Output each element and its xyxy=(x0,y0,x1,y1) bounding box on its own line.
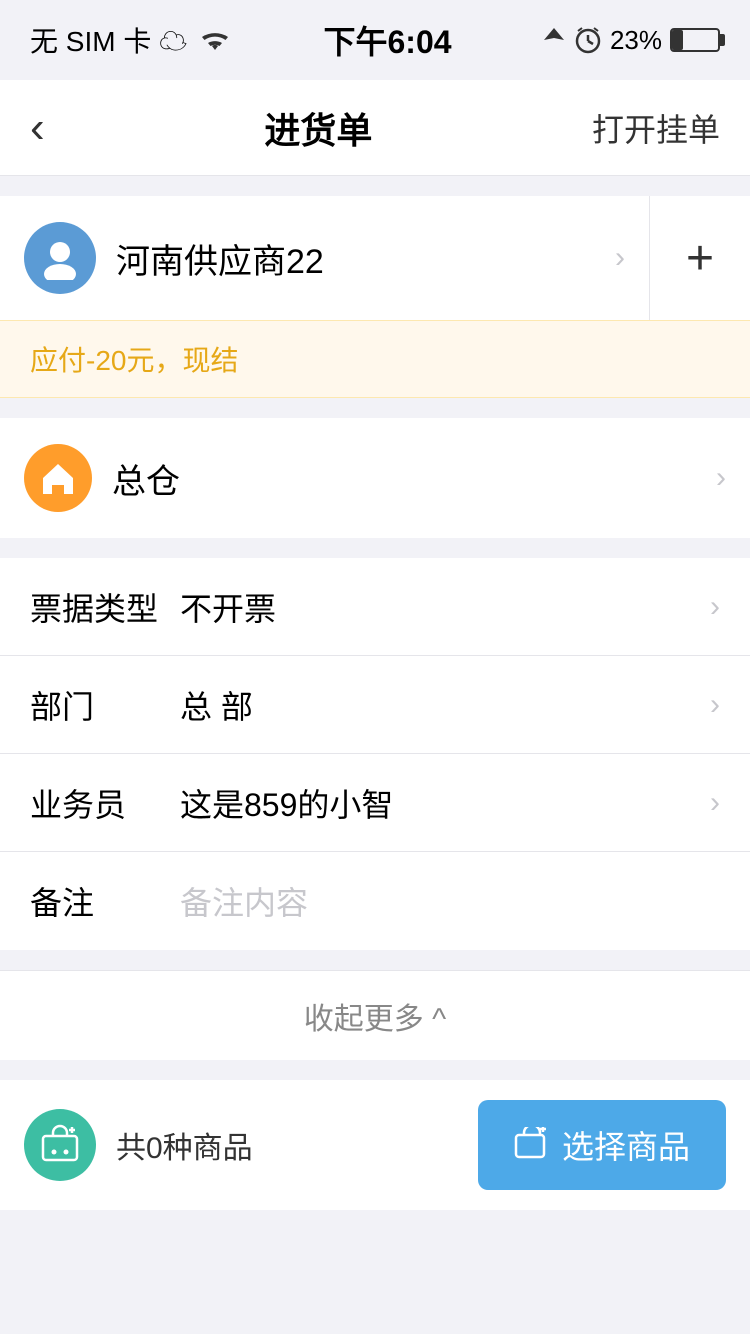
page-title: 进货单 xyxy=(264,102,372,154)
staff-value: 这是859的小智 xyxy=(170,780,700,826)
warehouse-icon xyxy=(24,444,92,512)
supplier-row[interactable]: 河南供应商22 › xyxy=(0,196,650,320)
battery-icon xyxy=(670,28,720,52)
add-supplier-button[interactable]: + xyxy=(650,196,750,320)
supplier-name: 河南供应商22 xyxy=(116,234,605,283)
open-pending-button[interactable]: 打开挂单 xyxy=(592,105,720,151)
supplier-chevron-icon: › xyxy=(615,241,625,275)
section-gap-1 xyxy=(0,176,750,196)
staff-row[interactable]: 业务员 这是859的小智 › xyxy=(0,754,750,852)
sim-status: 无 SIM 卡 ☁ xyxy=(30,20,187,60)
invoice-row[interactable]: 票据类型 不开票 › xyxy=(0,558,750,656)
invoice-label: 票据类型 xyxy=(30,584,170,630)
note-value: 备注内容 xyxy=(170,878,720,924)
avatar-icon xyxy=(38,236,82,280)
content-area: 河南供应商22 › + 应付-20元，现结 总仓 › 票据类型 不开票 › 部门… xyxy=(0,176,750,1210)
dept-chevron-icon: › xyxy=(710,688,720,722)
dept-row[interactable]: 部门 总 部 › xyxy=(0,656,750,754)
nav-bar: ‹ 进货单 打开挂单 xyxy=(0,80,750,176)
staff-chevron-icon: › xyxy=(710,786,720,820)
dept-label: 部门 xyxy=(30,682,170,728)
supplier-section: 河南供应商22 › + xyxy=(0,196,750,320)
select-product-label: 选择商品 xyxy=(562,1122,690,1168)
back-button[interactable]: ‹ xyxy=(30,106,45,150)
invoice-chevron-icon: › xyxy=(710,590,720,624)
status-time: 下午6:04 xyxy=(324,17,452,63)
select-product-icon xyxy=(514,1127,550,1163)
location-icon xyxy=(542,26,566,54)
status-bar: 无 SIM 卡 ☁ 下午6:04 23% xyxy=(0,0,750,80)
product-count-icon xyxy=(24,1109,96,1181)
warehouse-chevron-icon: › xyxy=(716,461,726,495)
supplier-avatar xyxy=(24,222,96,294)
select-product-button[interactable]: 选择商品 xyxy=(478,1100,726,1190)
product-count-text: 共0种商品 xyxy=(116,1123,458,1167)
invoice-value: 不开票 xyxy=(170,584,700,630)
alarm-icon xyxy=(574,26,602,54)
collapse-label: 收起更多 ^ xyxy=(304,994,446,1038)
note-label: 备注 xyxy=(30,878,170,924)
wifi-icon xyxy=(197,26,233,54)
staff-label: 业务员 xyxy=(30,780,170,826)
status-left: 无 SIM 卡 ☁ xyxy=(30,20,233,60)
home-icon xyxy=(38,458,78,498)
bottom-bar: 共0种商品 选择商品 xyxy=(0,1080,750,1210)
dept-value: 总 部 xyxy=(170,682,700,728)
cart-icon xyxy=(39,1124,81,1166)
battery-percentage: 23% xyxy=(610,25,662,56)
status-right: 23% xyxy=(542,25,720,56)
warehouse-section[interactable]: 总仓 › xyxy=(0,418,750,538)
supplier-notice: 应付-20元，现结 xyxy=(0,320,750,398)
note-row[interactable]: 备注 备注内容 xyxy=(0,852,750,950)
collapse-row[interactable]: 收起更多 ^ xyxy=(0,970,750,1060)
form-section: 票据类型 不开票 › 部门 总 部 › 业务员 这是859的小智 › 备注 备注… xyxy=(0,558,750,950)
warehouse-name: 总仓 xyxy=(112,454,706,503)
